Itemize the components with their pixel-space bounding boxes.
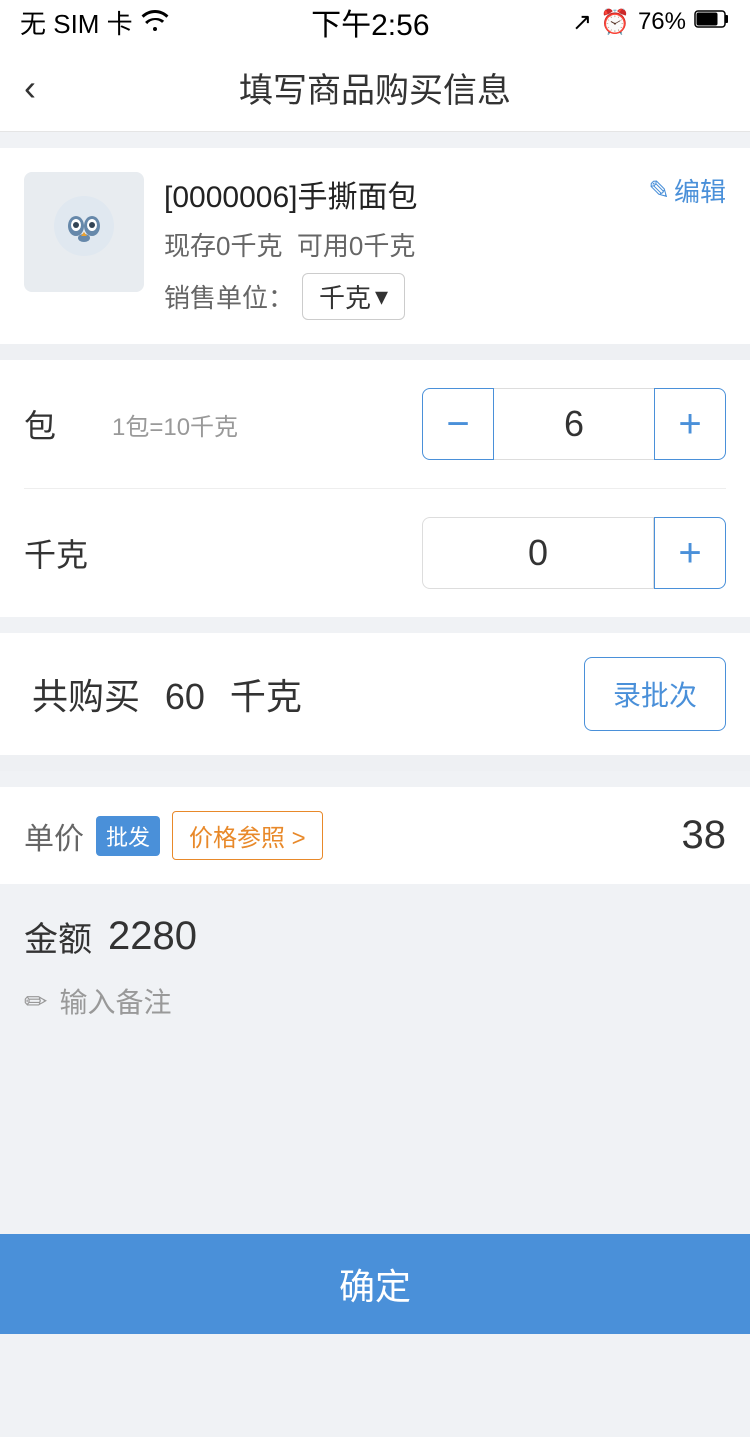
product-card-right: ✎ 编辑: [648, 172, 726, 209]
package-label: 包: [24, 401, 104, 447]
product-name: [0000006]手撕面包: [164, 172, 628, 216]
input-section: 包 1包=10千克 − + 千克 +: [0, 360, 750, 617]
unit-select[interactable]: 千克 ▾: [302, 273, 405, 320]
batch-tag: 批发: [96, 816, 160, 856]
package-minus-button[interactable]: −: [422, 388, 494, 460]
status-bar: 无 SIM 卡 下午2:56 ↗ ⏰ 76%: [0, 0, 750, 44]
price-section: 单价 批发 价格参照 > 38: [0, 787, 750, 884]
section-sep-1: [0, 344, 750, 360]
package-input-controls: − +: [422, 388, 726, 460]
battery-icon: [694, 8, 730, 36]
unit-price-label: 单价: [24, 814, 84, 858]
amount-label: 金额: [24, 912, 92, 961]
remark-icon: ✏: [24, 985, 47, 1018]
product-info: [0000006]手撕面包 现存0千克 可用0千克 销售单位： 千克 ▾: [164, 172, 628, 320]
edit-button[interactable]: ✎ 编辑: [648, 172, 726, 209]
amount-value: 2280: [108, 914, 197, 959]
section-sep-2: [0, 755, 750, 771]
kilogram-label: 千克: [24, 530, 104, 576]
product-card: [0000006]手撕面包 现存0千克 可用0千克 销售单位： 千克 ▾ ✎ 编…: [0, 148, 750, 344]
remark-label: 输入备注: [59, 981, 171, 1021]
price-ref-button[interactable]: 价格参照 >: [172, 811, 323, 860]
battery-text: 76%: [638, 8, 686, 36]
amount-section: 金额 2280 ✏ 输入备注: [0, 884, 750, 1037]
status-right: ↗ ⏰ 76%: [572, 8, 730, 37]
price-row: 单价 批发 价格参照 > 38: [24, 811, 726, 860]
page-title: 填写商品购买信息: [239, 63, 511, 112]
nav-bar: ‹ 填写商品购买信息: [0, 44, 750, 132]
product-logo-icon: [52, 194, 116, 270]
kilogram-input-row: 千克 +: [24, 489, 726, 617]
record-batch-button[interactable]: 录批次: [584, 657, 726, 731]
edit-icon: ✎: [648, 175, 670, 206]
wifi-icon: [141, 7, 169, 38]
location-icon: ↗: [572, 8, 592, 37]
package-qty-input[interactable]: [494, 388, 654, 460]
confirm-button[interactable]: 确定: [0, 1234, 750, 1334]
package-input-row: 包 1包=10千克 − +: [24, 360, 726, 489]
bottom-pad: [0, 1337, 750, 1437]
status-left: 无 SIM 卡: [20, 4, 169, 41]
product-thumbnail: [24, 172, 144, 292]
price-label: 单价 批发 价格参照 >: [24, 811, 323, 860]
kilogram-qty-input[interactable]: [422, 517, 654, 589]
status-time: 下午2:56: [311, 0, 429, 44]
package-plus-button[interactable]: +: [654, 388, 726, 460]
chevron-down-icon: ▾: [375, 281, 388, 312]
remark-row[interactable]: ✏ 输入备注: [24, 981, 726, 1021]
alarm-icon: ⏰: [600, 8, 630, 37]
no-sim-text: 无 SIM 卡: [20, 4, 133, 41]
back-button[interactable]: ‹: [24, 67, 36, 109]
summary-section: 共购买 60 千克 录批次: [0, 633, 750, 755]
summary-text: 共购买 60 千克: [24, 668, 310, 720]
kilogram-plus-button[interactable]: +: [654, 517, 726, 589]
kilogram-input-controls: +: [422, 517, 726, 589]
package-sublabel: 1包=10千克: [112, 407, 238, 442]
price-value: 38: [682, 813, 727, 858]
product-stock: 现存0千克 可用0千克: [164, 226, 628, 263]
product-unit-row: 销售单位： 千克 ▾: [164, 273, 628, 320]
amount-row: 金额 2280: [24, 912, 726, 961]
